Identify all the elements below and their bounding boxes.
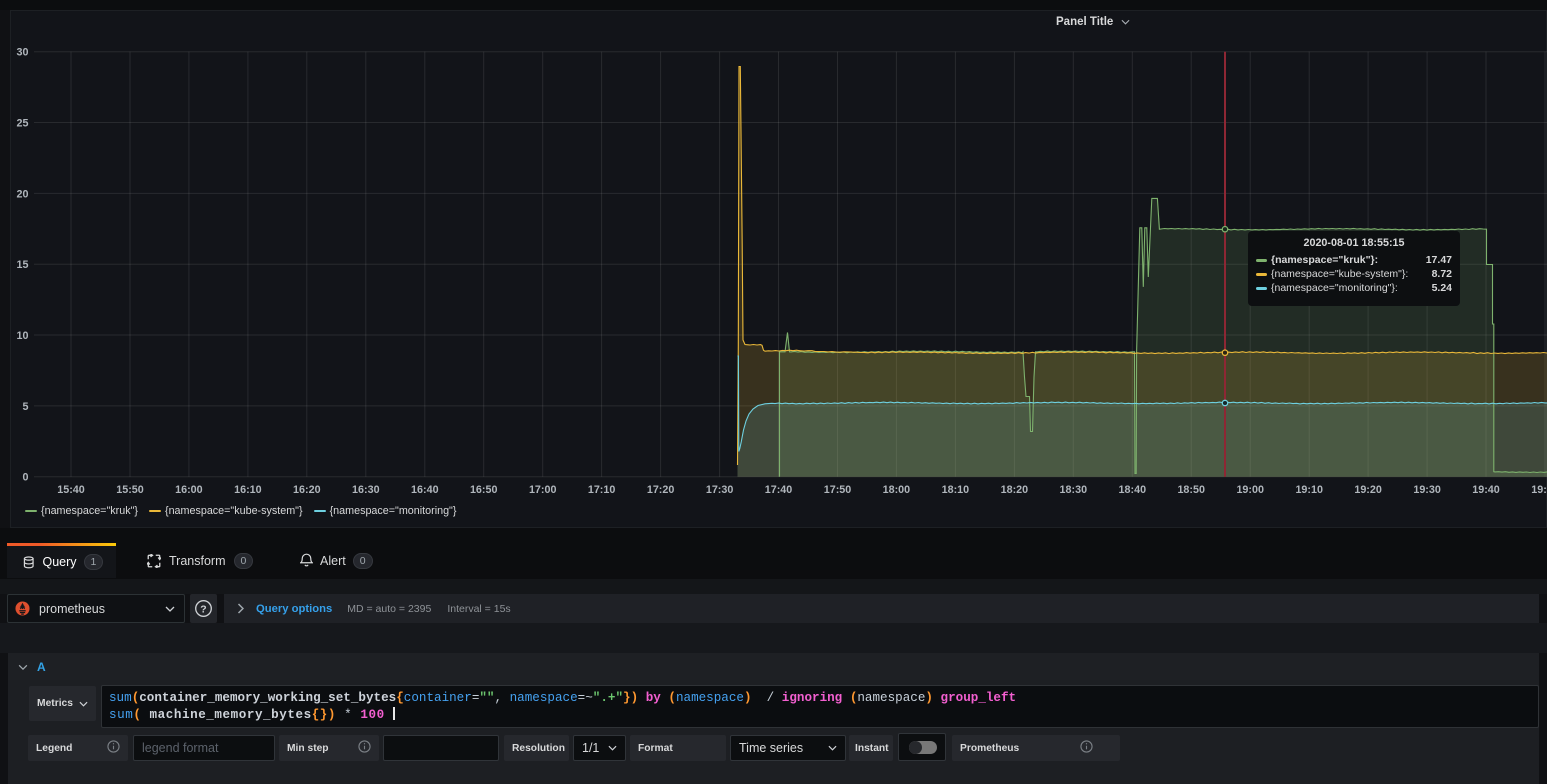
svg-text:0: 0 [23, 472, 29, 484]
svg-text:19:00: 19:00 [1236, 484, 1264, 496]
svg-text:17:30: 17:30 [706, 484, 734, 496]
svg-text:17:40: 17:40 [765, 484, 793, 496]
svg-text:30: 30 [17, 47, 29, 59]
svg-text:16:50: 16:50 [470, 484, 498, 496]
svg-text:18:30: 18:30 [1060, 484, 1088, 496]
svg-text:19:50: 19:50 [1531, 484, 1547, 496]
svg-text:16:20: 16:20 [293, 484, 321, 496]
svg-text:15:40: 15:40 [57, 484, 85, 496]
svg-text:20: 20 [17, 188, 29, 200]
svg-text:15:50: 15:50 [116, 484, 144, 496]
svg-text:16:40: 16:40 [411, 484, 439, 496]
svg-text:25: 25 [17, 118, 29, 130]
svg-text:5: 5 [23, 401, 29, 413]
svg-text:18:20: 18:20 [1001, 484, 1029, 496]
svg-text:15: 15 [17, 259, 29, 271]
svg-text:19:30: 19:30 [1413, 484, 1441, 496]
svg-text:18:40: 18:40 [1119, 484, 1147, 496]
svg-text:18:10: 18:10 [942, 484, 970, 496]
svg-text:17:20: 17:20 [647, 484, 675, 496]
svg-text:19:20: 19:20 [1354, 484, 1382, 496]
svg-text:?: ? [200, 604, 206, 615]
svg-text:17:00: 17:00 [529, 484, 557, 496]
svg-text:16:10: 16:10 [234, 484, 262, 496]
svg-text:18:50: 18:50 [1177, 484, 1205, 496]
svg-text:17:50: 17:50 [824, 484, 852, 496]
svg-text:18:00: 18:00 [883, 484, 911, 496]
svg-text:19:10: 19:10 [1295, 484, 1323, 496]
svg-text:10: 10 [17, 330, 29, 342]
svg-text:16:30: 16:30 [352, 484, 380, 496]
svg-text:16:00: 16:00 [175, 484, 203, 496]
svg-text:17:10: 17:10 [588, 484, 616, 496]
svg-text:19:40: 19:40 [1472, 484, 1500, 496]
